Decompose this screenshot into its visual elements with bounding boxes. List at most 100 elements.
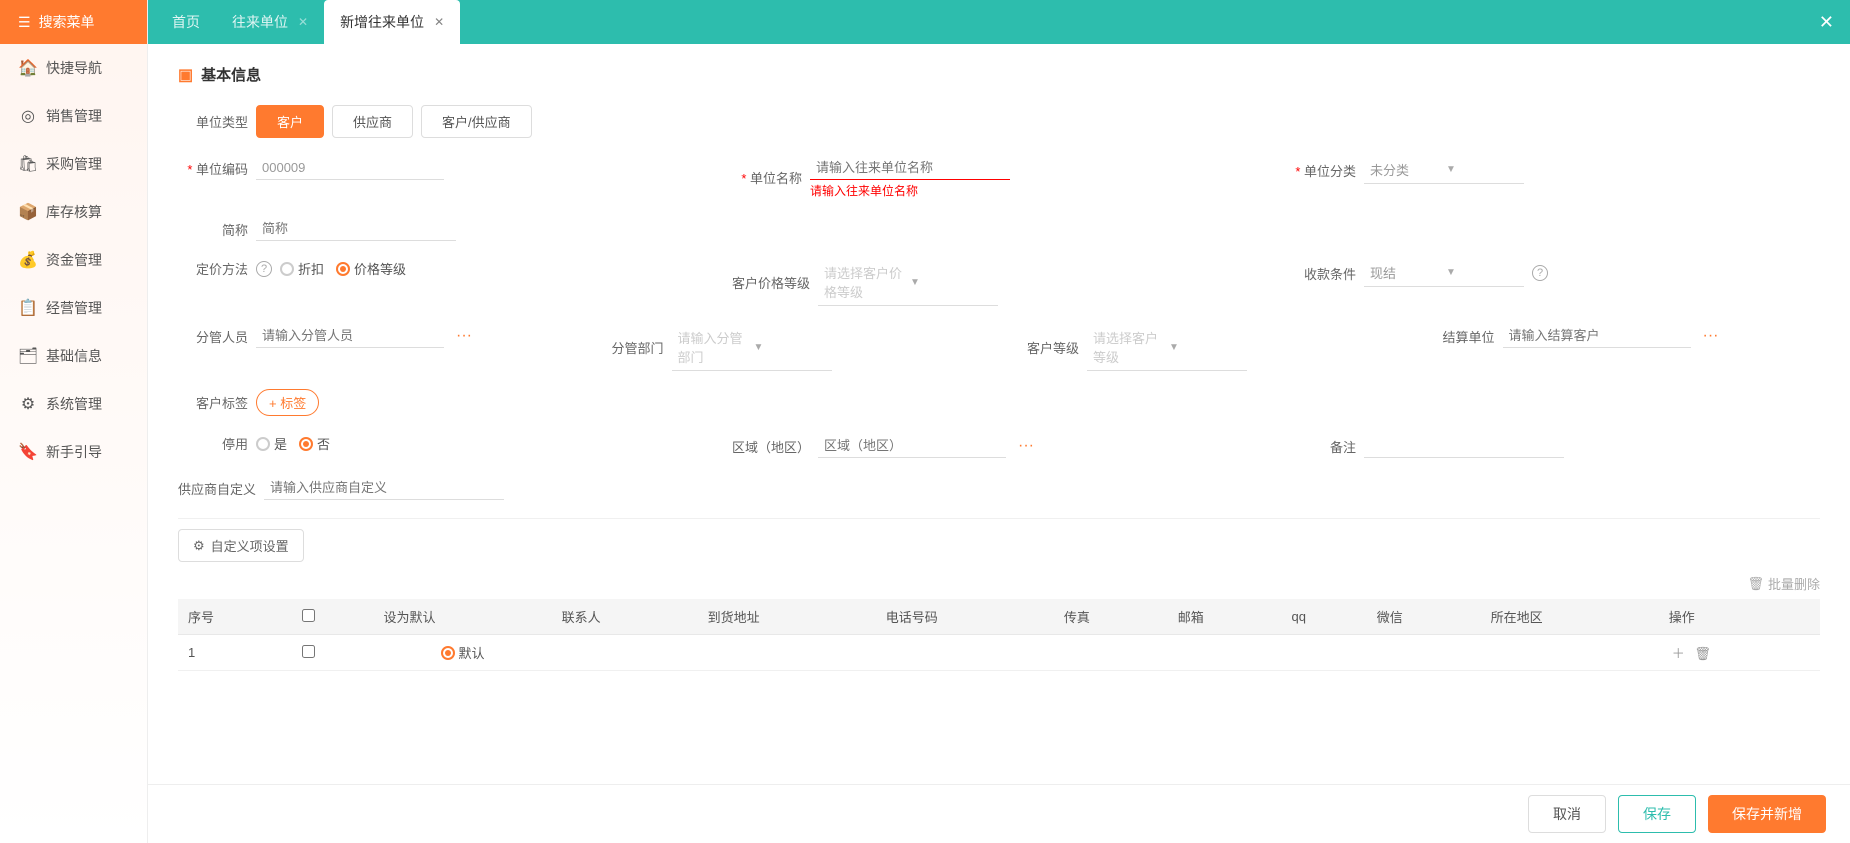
tab-partner-list[interactable]: 往来单位 ✕ (216, 0, 324, 44)
default-radio[interactable]: 默认 (383, 643, 541, 662)
pricing-level-radio[interactable]: 价格等级 (336, 259, 406, 278)
add-tag-button[interactable]: + 标签 (256, 389, 319, 416)
tab-new-partner-label: 新增往来单位 (340, 12, 424, 32)
unit-name-input[interactable] (810, 156, 1010, 180)
tab-new-partner-close[interactable]: ✕ (434, 15, 444, 29)
row-no: 1 (178, 635, 292, 671)
short-name-input[interactable] (256, 217, 456, 241)
disable-radio-group: 是 否 (256, 434, 330, 453)
payment-terms-select[interactable]: 现结 ▼ (1364, 259, 1524, 287)
add-row-btn[interactable]: ＋ (1672, 646, 1685, 661)
row-checkbox[interactable] (302, 645, 315, 658)
supplier-custom-input[interactable] (264, 476, 504, 500)
custom-settings-button[interactable]: ⚙ 自定义项设置 (178, 529, 304, 562)
quick-nav-icon: 🏠 (18, 58, 38, 78)
unit-type-customer-btn[interactable]: 客户 (256, 105, 324, 138)
row-address (698, 635, 876, 671)
short-name-field: 简称 (178, 217, 1820, 241)
pricing-discount-radio[interactable]: 折扣 (280, 259, 324, 278)
finance-icon: 💰 (18, 250, 38, 270)
unit-code-input[interactable] (256, 156, 444, 180)
short-name-label: 简称 (178, 220, 248, 239)
remarks-field: 备注 (1286, 434, 1820, 458)
manager-input[interactable] (256, 324, 444, 348)
customer-level-arrow: ▼ (1169, 342, 1241, 353)
row-default: 默认 (373, 635, 551, 671)
table-head: 序号 设为默认 联系人 到货地址 电话号码 传真 邮箱 qq 微信 所在地区 操… (178, 599, 1820, 635)
customer-price-level-arrow: ▼ (910, 277, 992, 288)
unit-category-select[interactable]: 未分类 ▼ (1364, 156, 1524, 184)
sidebar-item-label-base: 基础信息 (46, 346, 102, 366)
table-body: 1 默认 (178, 635, 1820, 671)
settlement-unit-input[interactable] (1503, 324, 1691, 348)
row-area (1481, 635, 1659, 671)
remarks-label: 备注 (1286, 437, 1356, 456)
sidebar-item-sales[interactable]: ◎ 销售管理 (0, 92, 147, 140)
col-address: 到货地址 (698, 599, 876, 635)
customer-level-label: 客户等级 (1009, 338, 1079, 357)
unit-code-label: 单位编码 (178, 159, 248, 178)
tab-partner-list-close[interactable]: ✕ (298, 15, 308, 29)
sidebar-item-inventory[interactable]: 📦 库存核算 (0, 188, 147, 236)
sidebar-item-guide[interactable]: 🔖 新手引导 (0, 428, 147, 476)
supplier-custom-row: 供应商自定义 (178, 476, 1820, 500)
delete-row-btn[interactable]: 🗑 (1694, 646, 1711, 661)
payment-terms-help-icon[interactable]: ? (1532, 265, 1548, 281)
search-menu-button[interactable]: ☰ 搜索菜单 (0, 0, 147, 44)
tab-home[interactable]: 首页 (156, 0, 216, 44)
tag-row: 客户标签 + 标签 (178, 389, 1820, 416)
close-all-tabs-button[interactable]: ✕ (1811, 12, 1842, 33)
disable-region-row: 停用 是 否 区域（地区） ··· 备注 (178, 434, 1820, 458)
unit-type-supplier-btn[interactable]: 供应商 (332, 105, 413, 138)
sidebar-item-finance[interactable]: 💰 资金管理 (0, 236, 147, 284)
default-circle (441, 646, 455, 660)
tab-partner-list-label: 往来单位 (232, 12, 288, 32)
unit-type-group: 客户 供应商 客户/供应商 (256, 105, 532, 138)
save-and-new-button[interactable]: 保存并新增 (1708, 795, 1826, 833)
cancel-button[interactable]: 取消 (1528, 795, 1606, 833)
region-dots-btn[interactable]: ··· (1014, 437, 1038, 455)
department-field: 分管部门 请输入分管部门 ▼ (594, 324, 990, 371)
unit-type-both-btn[interactable]: 客户/供应商 (421, 105, 532, 138)
disable-no-circle (299, 437, 313, 451)
payment-terms-field: 收款条件 现结 ▼ ? (1286, 259, 1820, 287)
row-contact (552, 635, 698, 671)
unit-type-label: 单位类型 (178, 112, 248, 131)
sidebar-item-label-quick-nav: 快捷导航 (46, 58, 102, 78)
sidebar-item-label-purchase: 采购管理 (46, 154, 102, 174)
batch-delete-label: 批量删除 (1768, 574, 1820, 593)
disable-no-radio[interactable]: 否 (299, 434, 330, 453)
customer-level-select[interactable]: 请选择客户等级 ▼ (1087, 324, 1247, 371)
remarks-input[interactable] (1364, 434, 1564, 458)
base-icon: 🗂 (18, 346, 38, 366)
manager-row: 分管人员 ··· 分管部门 请输入分管部门 ▼ 客户等级 请选择客户等级 ▼ 结… (178, 324, 1820, 371)
sidebar-item-system[interactable]: ⚙ 系统管理 (0, 380, 147, 428)
customer-price-level-select[interactable]: 请选择客户价格等级 ▼ (818, 259, 998, 306)
section-title: 基本信息 (201, 64, 261, 85)
unit-code-field: 单位编码 (178, 156, 712, 180)
region-input[interactable] (818, 434, 1006, 458)
region-field: 区域（地区） ··· (732, 434, 1266, 458)
disable-yes-radio[interactable]: 是 (256, 434, 287, 453)
default-label: 默认 (459, 643, 485, 662)
settlement-dots-btn[interactable]: ··· (1699, 327, 1723, 345)
pricing-help-icon[interactable]: ? (256, 261, 272, 277)
select-all-checkbox[interactable] (302, 609, 315, 622)
sidebar-item-operations[interactable]: 📋 经营管理 (0, 284, 147, 332)
sidebar-item-purchase[interactable]: 🛍 采购管理 (0, 140, 147, 188)
tag-field: 客户标签 + 标签 (178, 389, 1820, 416)
sidebar-item-label-operations: 经营管理 (46, 298, 102, 318)
customer-price-level-value: 请选择客户价格等级 (824, 263, 906, 301)
pricing-discount-circle (280, 262, 294, 276)
col-fax: 传真 (1054, 599, 1168, 635)
sidebar-item-base[interactable]: 🗂 基础信息 (0, 332, 147, 380)
tab-new-partner[interactable]: 新增往来单位 ✕ (324, 0, 460, 44)
sales-icon: ◎ (18, 106, 38, 126)
sidebar-item-quick-nav[interactable]: 🏠 快捷导航 (0, 44, 147, 92)
save-button[interactable]: 保存 (1618, 795, 1696, 833)
code-name-category-row: 单位编码 单位名称 请输入往来单位名称 单位分类 未分类 ▼ (178, 156, 1820, 199)
unit-name-error: 请输入往来单位名称 (810, 182, 1010, 199)
department-select[interactable]: 请输入分管部门 ▼ (672, 324, 832, 371)
manager-dots-btn[interactable]: ··· (452, 327, 476, 345)
sidebar: ☰ 搜索菜单 🏠 快捷导航 ◎ 销售管理 🛍 采购管理 📦 库存核算 💰 资金管… (0, 0, 148, 843)
